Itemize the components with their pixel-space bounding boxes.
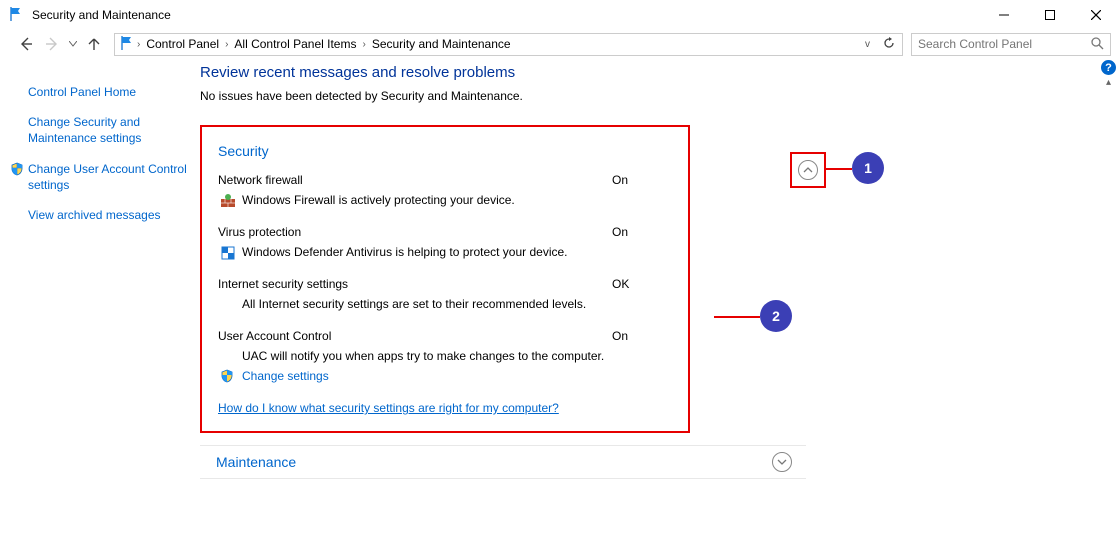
address-dropdown[interactable]: v bbox=[859, 39, 876, 50]
security-section-title[interactable]: Security bbox=[218, 143, 269, 159]
flag-icon bbox=[119, 35, 135, 54]
chevron-down-icon[interactable] bbox=[772, 452, 792, 472]
change-settings-link[interactable]: Change settings bbox=[218, 369, 672, 383]
breadcrumb-all-items[interactable]: All Control Panel Items bbox=[230, 37, 360, 51]
item-virus-protection: Virus protection On Windows Defender Ant… bbox=[218, 225, 672, 259]
main-pane: Review recent messages and resolve probl… bbox=[200, 64, 1099, 537]
page-heading: Review recent messages and resolve probl… bbox=[200, 64, 1059, 81]
window-title: Security and Maintenance bbox=[32, 8, 981, 22]
item-label: User Account Control bbox=[218, 329, 612, 343]
sidebar-control-panel-home[interactable]: Control Panel Home bbox=[28, 84, 200, 100]
up-button[interactable] bbox=[82, 32, 106, 56]
item-status: On bbox=[612, 225, 672, 239]
forward-button[interactable] bbox=[40, 32, 64, 56]
scroll-up-icon[interactable]: ▴ bbox=[1106, 77, 1111, 88]
item-desc: UAC will notify you when apps try to mak… bbox=[218, 349, 672, 363]
security-section: Security Network firewall On Windows Fir… bbox=[200, 125, 690, 433]
annotation-bubble-2: 2 bbox=[760, 300, 792, 332]
flag-icon bbox=[8, 6, 24, 25]
sidebar-change-uac-settings[interactable]: Change User Account Control settings bbox=[10, 161, 200, 193]
titlebar: Security and Maintenance bbox=[0, 0, 1119, 30]
item-internet-security: Internet security settings OK All Intern… bbox=[218, 277, 672, 311]
sidebar-change-security-settings[interactable]: Change Security and Maintenance settings bbox=[28, 114, 200, 146]
nav-row: › Control Panel › All Control Panel Item… bbox=[0, 30, 1119, 58]
chevron-right-icon[interactable]: › bbox=[135, 39, 142, 50]
refresh-button[interactable] bbox=[876, 36, 902, 53]
sidebar-view-archived[interactable]: View archived messages bbox=[28, 207, 200, 223]
recent-dropdown[interactable] bbox=[66, 32, 80, 56]
sidebar-item-label: Change User Account Control settings bbox=[28, 162, 187, 192]
annotation-bubble-1: 1 bbox=[852, 152, 884, 184]
help-icon[interactable]: ? bbox=[1101, 60, 1116, 75]
shield-icon bbox=[10, 162, 24, 176]
item-desc: Windows Firewall is actively protecting … bbox=[218, 193, 672, 207]
page-subtext: No issues have been detected by Security… bbox=[200, 89, 1059, 103]
close-button[interactable] bbox=[1073, 0, 1119, 30]
item-network-firewall: Network firewall On Windows Firewall is … bbox=[218, 173, 672, 207]
item-status: On bbox=[612, 173, 672, 187]
right-gutter: ? ▴ bbox=[1100, 60, 1117, 537]
item-label: Internet security settings bbox=[218, 277, 612, 291]
maintenance-section[interactable]: Maintenance bbox=[200, 445, 806, 479]
annotation-label: 2 bbox=[772, 308, 780, 324]
shield-icon bbox=[220, 369, 234, 386]
address-bar[interactable]: › Control Panel › All Control Panel Item… bbox=[114, 33, 903, 56]
annotation-connector-1 bbox=[826, 168, 852, 170]
search-box[interactable] bbox=[911, 33, 1111, 56]
security-collapse-toggle-highlight bbox=[790, 152, 826, 188]
breadcrumb-security-maintenance[interactable]: Security and Maintenance bbox=[368, 37, 515, 51]
maintenance-section-title: Maintenance bbox=[216, 454, 296, 470]
maximize-button[interactable] bbox=[1027, 0, 1073, 30]
item-status: OK bbox=[612, 277, 672, 291]
search-input[interactable] bbox=[918, 37, 1090, 51]
item-desc: All Internet security settings are set t… bbox=[218, 297, 672, 311]
change-settings-label: Change settings bbox=[242, 369, 329, 383]
search-icon[interactable] bbox=[1090, 36, 1104, 53]
item-desc-text: Windows Defender Antivirus is helping to… bbox=[242, 245, 568, 259]
defender-icon bbox=[220, 245, 236, 264]
item-status: On bbox=[612, 329, 672, 343]
minimize-button[interactable] bbox=[981, 0, 1027, 30]
annotation-connector-2 bbox=[714, 316, 760, 318]
item-label: Network firewall bbox=[218, 173, 612, 187]
item-label: Virus protection bbox=[218, 225, 612, 239]
chevron-right-icon[interactable]: › bbox=[360, 39, 367, 50]
annotation-label: 1 bbox=[864, 160, 872, 176]
item-desc: Windows Defender Antivirus is helping to… bbox=[218, 245, 672, 259]
breadcrumb-control-panel[interactable]: Control Panel bbox=[142, 37, 223, 51]
back-button[interactable] bbox=[14, 32, 38, 56]
chevron-up-icon[interactable] bbox=[798, 160, 818, 180]
firewall-icon bbox=[220, 193, 236, 212]
security-help-link[interactable]: How do I know what security settings are… bbox=[218, 401, 559, 415]
item-desc-text: Windows Firewall is actively protecting … bbox=[242, 193, 515, 207]
sidebar: Control Panel Home Change Security and M… bbox=[0, 64, 200, 537]
item-uac: User Account Control On UAC will notify … bbox=[218, 329, 672, 383]
chevron-right-icon[interactable]: › bbox=[223, 39, 230, 50]
